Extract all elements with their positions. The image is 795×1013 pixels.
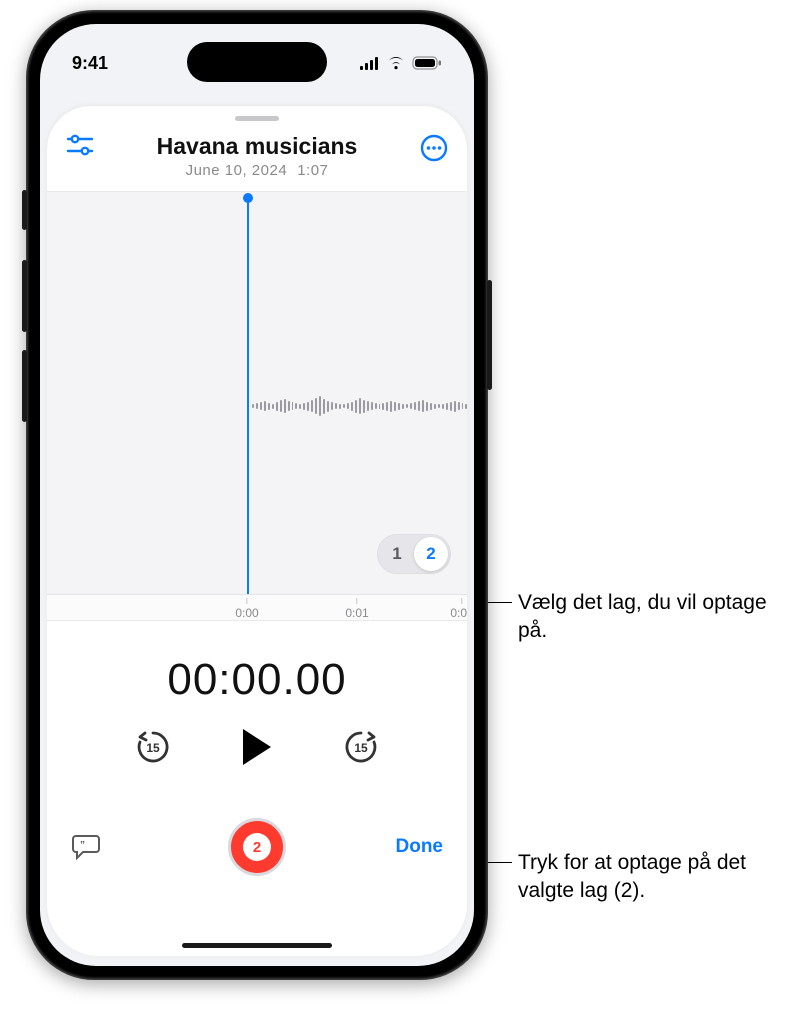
dynamic-island: [187, 42, 327, 82]
done-button[interactable]: Done: [396, 836, 444, 858]
ruler-tick: 0:02: [450, 598, 467, 620]
svg-text:15: 15: [146, 741, 160, 755]
hw-switch: [22, 190, 27, 230]
record-layer-badge: 2: [243, 833, 271, 861]
waveform-area[interactable]: 1 2 0:00 0:01 0:02: [47, 191, 467, 621]
ruler-tick: 0:00: [235, 598, 258, 620]
sheet-grabber[interactable]: [235, 116, 279, 121]
iphone-device-frame: 9:41: [26, 10, 488, 980]
layer-1-button[interactable]: 1: [380, 537, 414, 571]
transport-controls: 15 15: [47, 723, 467, 771]
skip-back-15-button[interactable]: 15: [133, 727, 173, 767]
recording-subtitle: June 10, 2024 1:07: [109, 162, 405, 179]
hw-power: [487, 280, 492, 390]
more-icon[interactable]: [419, 133, 449, 163]
recording-sheet: Havana musicians June 10, 2024 1:07: [47, 106, 467, 956]
skip-forward-15-button[interactable]: 15: [341, 727, 381, 767]
recording-date: June 10, 2024: [186, 162, 288, 179]
battery-icon: [412, 56, 442, 70]
transcript-button[interactable]: ”: [71, 834, 101, 860]
timer-display: 00:00.00: [47, 655, 467, 705]
hw-vol-up: [22, 260, 27, 332]
record-button[interactable]: 2: [228, 818, 286, 876]
play-button[interactable]: [233, 723, 281, 771]
callout-record-text: Tryk for at optage på det valgte lag (2)…: [518, 849, 788, 906]
settings-sliders-icon[interactable]: [65, 133, 95, 157]
wifi-icon: [386, 56, 406, 70]
layer-2-button[interactable]: 2: [414, 537, 448, 571]
ruler-tick: 0:01: [345, 598, 368, 620]
header: Havana musicians June 10, 2024 1:07: [47, 127, 467, 191]
bottom-bar: ” 2 Done: [47, 799, 467, 895]
time-ruler: 0:00 0:01 0:02: [47, 594, 467, 620]
status-time: 9:41: [72, 53, 108, 74]
screen: 9:41: [40, 24, 474, 966]
recording-duration: 1:07: [297, 162, 328, 179]
hw-vol-down: [22, 350, 27, 422]
status-icons: [360, 56, 442, 70]
cellular-icon: [360, 57, 380, 70]
layer-selector: 1 2: [377, 534, 451, 574]
callout-layer-text: Vælg det lag, du vil optage på.: [518, 589, 778, 646]
recording-title[interactable]: Havana musicians: [109, 133, 405, 160]
svg-text:”: ”: [80, 840, 85, 851]
track2-waveform: [249, 388, 467, 424]
svg-text:15: 15: [354, 741, 368, 755]
home-indicator[interactable]: [182, 943, 332, 948]
